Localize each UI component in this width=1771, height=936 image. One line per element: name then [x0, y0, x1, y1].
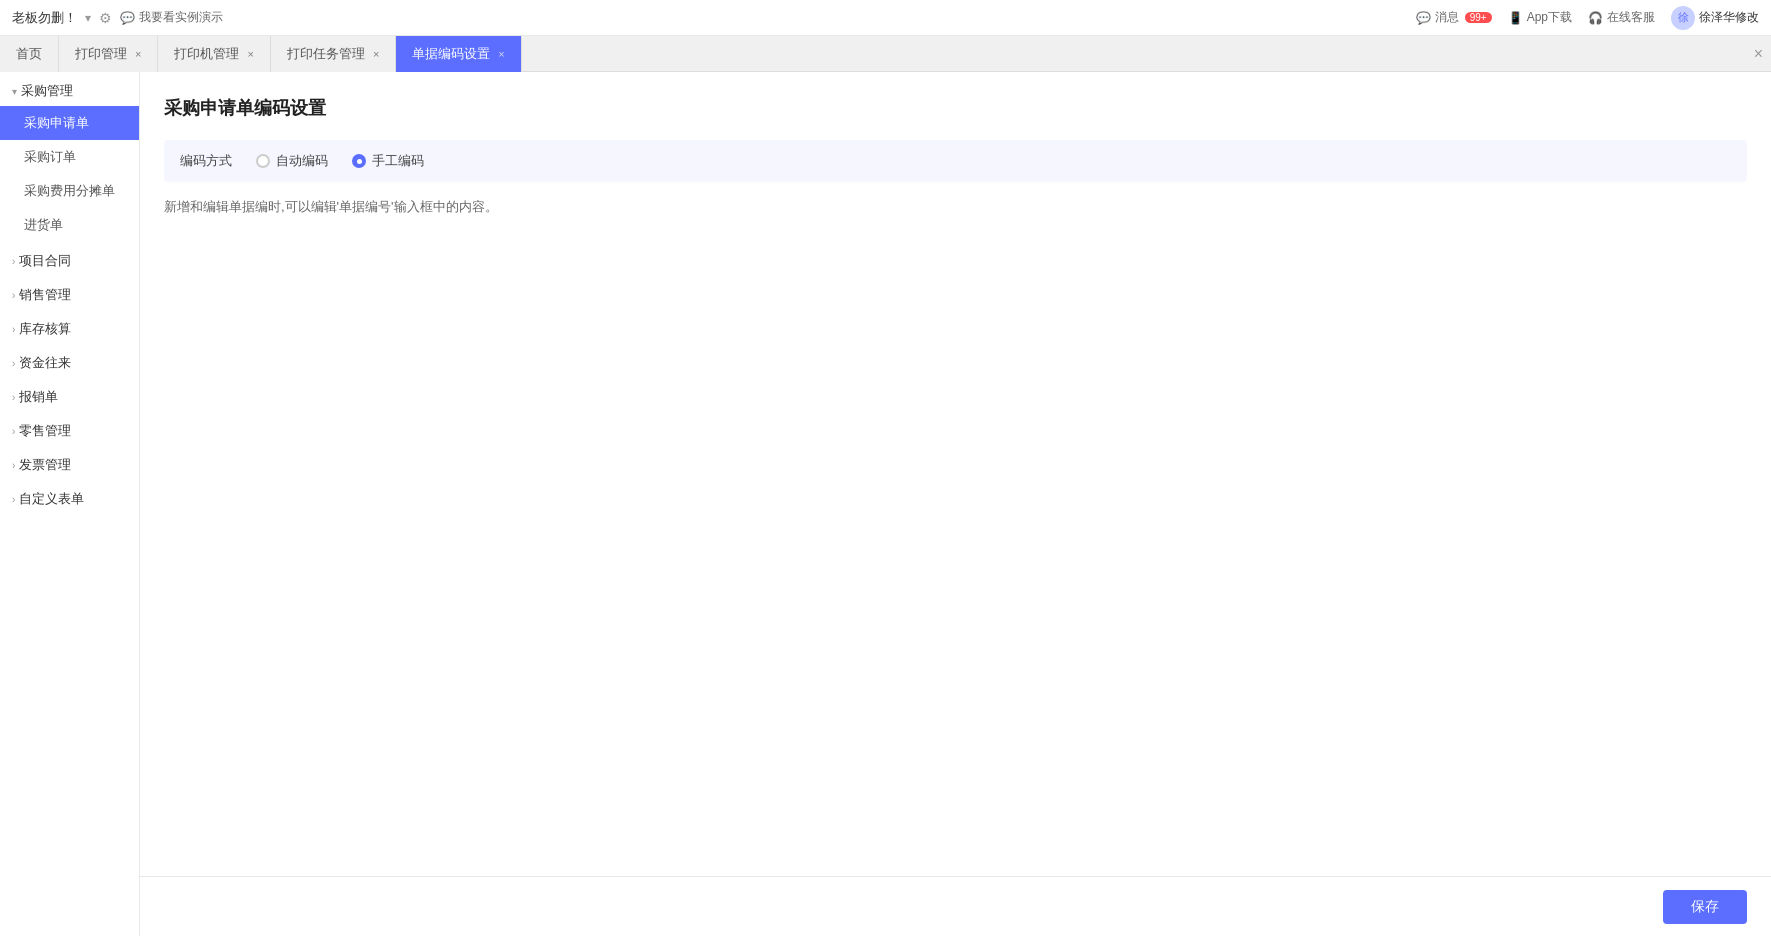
tab-home[interactable]: 首页: [0, 36, 59, 72]
top-bar-left: 老板勿删！ ▾ ⚙ 💬 我要看实例演示: [12, 9, 223, 27]
tab-print-task-label: 打印任务管理: [287, 45, 365, 63]
sidebar-group-project-label: 项目合同: [19, 252, 71, 270]
chevron-right-icon-custom: ›: [12, 494, 15, 505]
chevron-right-icon-finance: ›: [12, 358, 15, 369]
app-icon: 📱: [1508, 11, 1523, 25]
sidebar-item-purchase-request[interactable]: 采购申请单: [0, 106, 139, 140]
sidebar-group-custom[interactable]: › 自定义表单: [0, 480, 139, 514]
sidebar-group-retail[interactable]: › 零售管理: [0, 412, 139, 446]
hint-text: 新增和编辑单据编时,可以编辑'单据编号'输入框中的内容。: [164, 198, 1747, 216]
top-bar: 老板勿删！ ▾ ⚙ 💬 我要看实例演示 💬 消息 99+ 📱 App下载 🎧 在…: [0, 0, 1771, 36]
app-download-label: App下载: [1527, 9, 1572, 26]
sidebar-item-purchase-expense[interactable]: 采购费用分摊单: [0, 174, 139, 208]
tab-printer-mgmt-close[interactable]: ×: [247, 48, 253, 60]
chevron-right-icon-project: ›: [12, 256, 15, 267]
chevron-right-icon-retail: ›: [12, 426, 15, 437]
sidebar: ▾ 采购管理 采购申请单 采购订单 采购费用分摊单 进货单 › 项目合同 › 销…: [0, 72, 140, 936]
sidebar-group-purchase-label: 采购管理: [21, 82, 73, 100]
sidebar-group-expense-label: 报销单: [19, 388, 58, 406]
sidebar-item-incoming[interactable]: 进货单: [0, 208, 139, 242]
sidebar-group-custom-label: 自定义表单: [19, 490, 84, 508]
sidebar-group-inventory[interactable]: › 库存核算: [0, 310, 139, 344]
chevron-right-icon-invoice: ›: [12, 460, 15, 471]
tab-encoding-label: 单据编码设置: [412, 45, 490, 63]
tab-print-mgmt-label: 打印管理: [75, 45, 127, 63]
demo-icon: 💬: [120, 11, 135, 25]
online-service-label: 在线客服: [1607, 9, 1655, 26]
auto-code-label: 自动编码: [276, 152, 328, 170]
chevron-down-icon: ▾: [12, 86, 17, 97]
app-download-button[interactable]: 📱 App下载: [1508, 9, 1572, 26]
sidebar-group-purchase[interactable]: ▾ 采购管理: [0, 72, 139, 106]
main-content: 采购申请单编码设置 编码方式 自动编码 手工编码 新增和编辑单据编时,可以编辑'…: [140, 72, 1771, 936]
sidebar-group-inventory-label: 库存核算: [19, 320, 71, 338]
headset-icon: 🎧: [1588, 11, 1603, 25]
tab-print-task-close[interactable]: ×: [373, 48, 379, 60]
gear-icon[interactable]: ⚙: [99, 10, 112, 26]
sidebar-group-finance[interactable]: › 资金往来: [0, 344, 139, 378]
encoding-method-row: 编码方式 自动编码 手工编码: [164, 140, 1747, 182]
tab-encoding-close[interactable]: ×: [498, 48, 504, 60]
tab-print-mgmt[interactable]: 打印管理 ×: [59, 36, 158, 72]
tab-printer-mgmt-label: 打印机管理: [174, 45, 239, 63]
message-label: 消息: [1435, 9, 1459, 26]
tab-print-mgmt-close[interactable]: ×: [135, 48, 141, 60]
tab-bar: 首页 打印管理 × 打印机管理 × 打印任务管理 × 单据编码设置 × ×: [0, 36, 1771, 72]
message-button[interactable]: 💬 消息 99+: [1416, 9, 1492, 26]
manual-code-label: 手工编码: [372, 152, 424, 170]
tab-encoding-settings[interactable]: 单据编码设置 ×: [396, 36, 521, 72]
chevron-right-icon-expense: ›: [12, 392, 15, 403]
save-button[interactable]: 保存: [1663, 890, 1747, 924]
sidebar-item-purchase-order[interactable]: 采购订单: [0, 140, 139, 174]
tab-print-task[interactable]: 打印任务管理 ×: [271, 36, 396, 72]
avatar: 徐: [1671, 6, 1695, 30]
sidebar-group-sales[interactable]: › 销售管理: [0, 276, 139, 310]
auto-code-option[interactable]: 自动编码: [256, 152, 328, 170]
dropdown-icon[interactable]: ▾: [85, 11, 91, 25]
message-icon: 💬: [1416, 11, 1431, 25]
online-service-button[interactable]: 🎧 在线客服: [1588, 9, 1655, 26]
main-inner: 采购申请单编码设置 编码方式 自动编码 手工编码 新增和编辑单据编时,可以编辑'…: [140, 72, 1771, 936]
manual-code-radio[interactable]: [352, 154, 366, 168]
auto-code-radio[interactable]: [256, 154, 270, 168]
user-name: 徐泽华修改: [1699, 9, 1759, 26]
sidebar-group-sales-label: 销售管理: [19, 286, 71, 304]
avatar-text: 徐: [1678, 10, 1689, 25]
encoding-method-label: 编码方式: [180, 152, 232, 170]
top-bar-right: 💬 消息 99+ 📱 App下载 🎧 在线客服 徐 徐泽华修改: [1416, 6, 1759, 30]
tab-printer-mgmt[interactable]: 打印机管理 ×: [158, 36, 270, 72]
demo-link[interactable]: 💬 我要看实例演示: [120, 9, 223, 26]
tab-home-label: 首页: [16, 45, 42, 63]
sidebar-group-retail-label: 零售管理: [19, 422, 71, 440]
chevron-right-icon-inventory: ›: [12, 324, 15, 335]
message-badge: 99+: [1465, 12, 1492, 23]
sidebar-group-finance-label: 资金往来: [19, 354, 71, 372]
main-layout: ▾ 采购管理 采购申请单 采购订单 采购费用分摊单 进货单 › 项目合同 › 销…: [0, 72, 1771, 936]
user-profile[interactable]: 徐 徐泽华修改: [1671, 6, 1759, 30]
sidebar-group-expense[interactable]: › 报销单: [0, 378, 139, 412]
bottom-bar: 保存: [140, 876, 1771, 936]
close-all-tabs-button[interactable]: ×: [1746, 41, 1771, 67]
chevron-right-icon-sales: ›: [12, 290, 15, 301]
sidebar-group-project[interactable]: › 项目合同: [0, 242, 139, 276]
sidebar-group-invoice[interactable]: › 发票管理: [0, 446, 139, 480]
sidebar-group-invoice-label: 发票管理: [19, 456, 71, 474]
brand-text: 老板勿删！: [12, 9, 77, 27]
page-title: 采购申请单编码设置: [164, 96, 1747, 120]
demo-text: 我要看实例演示: [139, 9, 223, 26]
manual-code-option[interactable]: 手工编码: [352, 152, 424, 170]
